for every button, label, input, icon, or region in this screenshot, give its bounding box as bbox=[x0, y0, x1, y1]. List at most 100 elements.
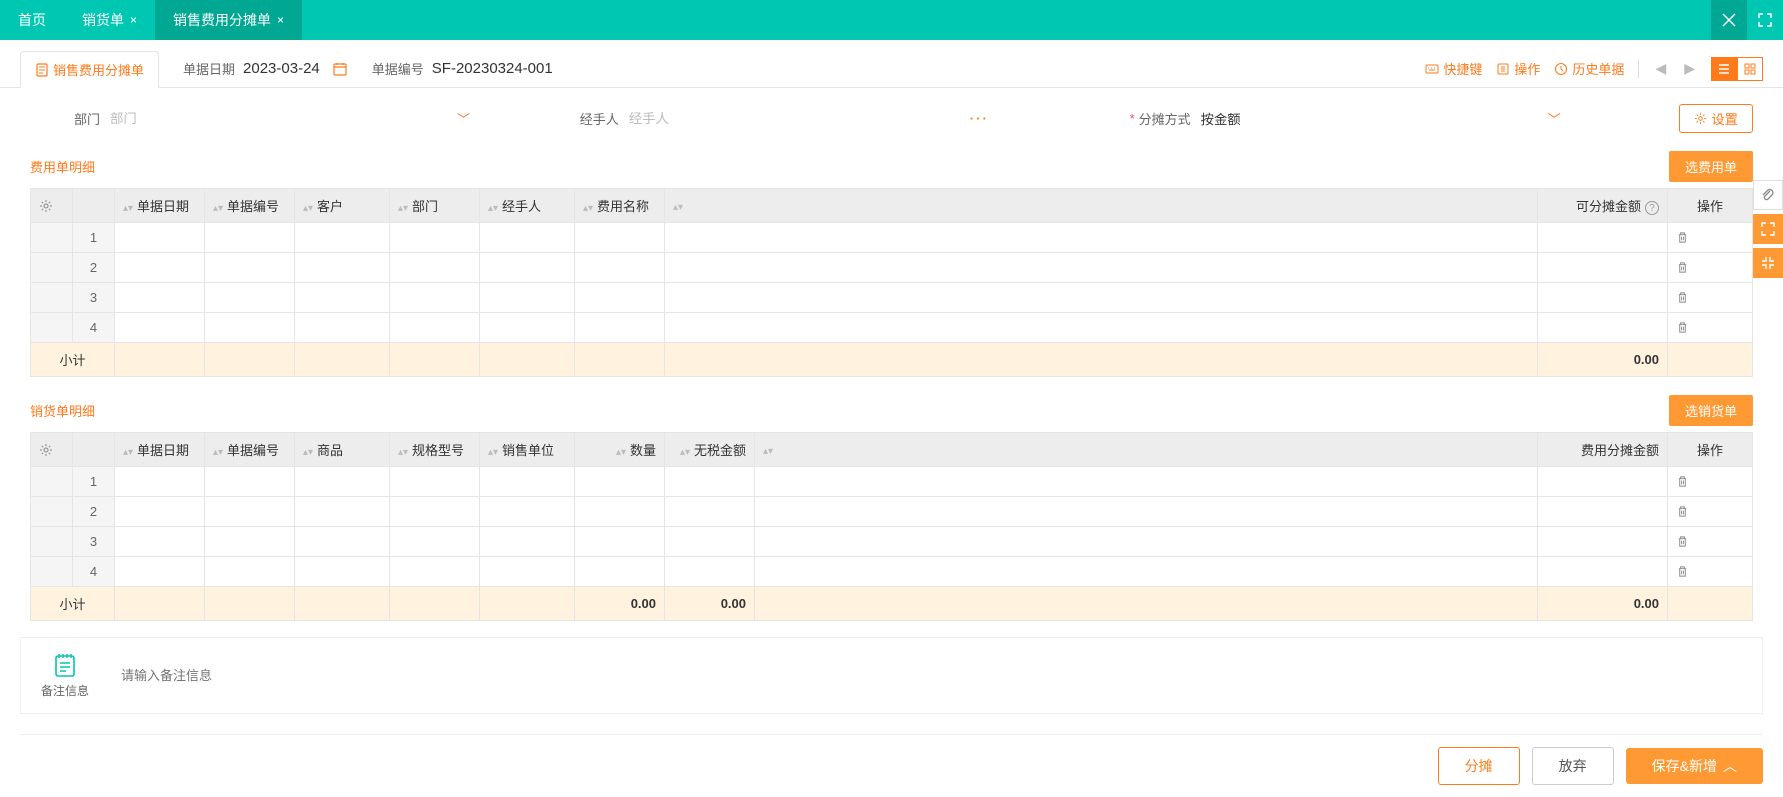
history-icon bbox=[1554, 62, 1568, 76]
footer-actions: 分摊 放弃 保存&新增 ︿ bbox=[20, 734, 1763, 797]
expand-icon[interactable] bbox=[1753, 214, 1783, 244]
chevron-down-icon[interactable]: ﹀ bbox=[1548, 109, 1561, 128]
operate-icon bbox=[1496, 62, 1510, 76]
history-link[interactable]: 历史单据 bbox=[1554, 59, 1624, 78]
date-value[interactable]: 2023-03-24 bbox=[243, 60, 320, 77]
col-docno[interactable]: ▴▾单据编号 bbox=[205, 189, 295, 223]
table-row[interactable]: 2 bbox=[31, 253, 1753, 283]
trash-icon[interactable] bbox=[1676, 321, 1744, 334]
method-select[interactable] bbox=[1201, 107, 1542, 131]
col-alloc-amount[interactable]: 费用分摊金额 bbox=[1538, 433, 1668, 467]
table-row[interactable]: 2 bbox=[31, 497, 1753, 527]
gear-icon bbox=[1694, 112, 1707, 125]
close-icon[interactable]: × bbox=[130, 13, 137, 27]
view-list-icon[interactable] bbox=[1711, 57, 1737, 81]
trash-icon[interactable] bbox=[1676, 231, 1744, 244]
col-qty[interactable]: ▴▾数量 bbox=[575, 433, 665, 467]
col-docno[interactable]: ▴▾单据编号 bbox=[205, 433, 295, 467]
col-blank[interactable]: ▴▾ bbox=[665, 189, 1538, 223]
remarks-section: 备注信息 bbox=[20, 637, 1763, 714]
more-icon[interactable]: ··· bbox=[970, 111, 989, 126]
dept-label: 部门 bbox=[30, 109, 100, 128]
col-feename[interactable]: ▴▾费用名称 bbox=[575, 189, 665, 223]
allocate-button[interactable]: 分摊 bbox=[1438, 747, 1520, 785]
docno-label: 单据编号 bbox=[372, 59, 424, 78]
required-indicator: * bbox=[1130, 111, 1135, 126]
table-row[interactable]: 3 bbox=[31, 527, 1753, 557]
col-spec[interactable]: ▴▾规格型号 bbox=[390, 433, 480, 467]
close-icon[interactable]: × bbox=[277, 13, 284, 27]
col-handler[interactable]: ▴▾经手人 bbox=[480, 189, 575, 223]
form-row: 部门 ﹀ 经手人 ··· * 分摊方式 ﹀ 设置 bbox=[0, 88, 1783, 143]
subtotal-row: 小计0.00 bbox=[31, 343, 1753, 377]
help-icon[interactable]: ? bbox=[1645, 201, 1659, 215]
notes-icon bbox=[52, 652, 78, 678]
col-date[interactable]: ▴▾单据日期 bbox=[115, 433, 205, 467]
trash-icon[interactable] bbox=[1676, 475, 1744, 488]
table-row[interactable]: 1 bbox=[31, 467, 1753, 497]
col-allocatable[interactable]: 可分摊金额? bbox=[1538, 189, 1668, 223]
col-product[interactable]: ▴▾商品 bbox=[295, 433, 390, 467]
prev-doc-icon[interactable]: ◀ bbox=[1653, 60, 1668, 77]
calendar-icon[interactable] bbox=[332, 61, 348, 77]
discard-button[interactable]: 放弃 bbox=[1532, 747, 1614, 785]
subtotal-row: 小计0.000.000.00 bbox=[31, 587, 1753, 621]
remarks-label: 备注信息 bbox=[41, 682, 89, 699]
tab-home[interactable]: 首页 bbox=[0, 0, 64, 40]
date-label: 单据日期 bbox=[183, 59, 235, 78]
collapse-icon[interactable] bbox=[1753, 248, 1783, 278]
section-title: 销货单明细 bbox=[30, 401, 95, 420]
expense-table: ▴▾单据日期 ▴▾单据编号 ▴▾客户 ▴▾部门 ▴▾经手人 ▴▾费用名称 ▴▾ … bbox=[30, 188, 1753, 377]
chevron-down-icon[interactable]: ﹀ bbox=[457, 109, 470, 128]
shortcut-link[interactable]: 快捷键 bbox=[1425, 59, 1482, 78]
trash-icon[interactable] bbox=[1676, 261, 1744, 274]
fullscreen-icon[interactable] bbox=[1747, 0, 1783, 40]
expense-detail-section: 费用单明细 选费用单 ▴▾单据日期 ▴▾单据编号 ▴▾客户 ▴▾部门 ▴▾经手人… bbox=[0, 151, 1783, 377]
col-action: 操作 bbox=[1668, 189, 1753, 223]
method-label: 分摊方式 bbox=[1139, 109, 1191, 128]
view-grid-icon[interactable] bbox=[1737, 57, 1763, 81]
gear-icon[interactable] bbox=[39, 443, 64, 457]
table-row[interactable]: 3 bbox=[31, 283, 1753, 313]
trash-icon[interactable] bbox=[1676, 565, 1744, 578]
attachment-icon[interactable] bbox=[1753, 180, 1783, 210]
settings-button[interactable]: 设置 bbox=[1679, 104, 1753, 133]
document-header: 销售费用分摊单 单据日期 2023-03-24 单据编号 SF-20230324… bbox=[0, 40, 1783, 88]
save-new-button[interactable]: 保存&新增 ︿ bbox=[1626, 748, 1763, 784]
remarks-input[interactable] bbox=[113, 660, 1742, 691]
sales-table: ▴▾单据日期 ▴▾单据编号 ▴▾商品 ▴▾规格型号 ▴▾销售单位 ▴▾数量 ▴▾… bbox=[30, 432, 1753, 621]
operate-link[interactable]: 操作 bbox=[1496, 59, 1540, 78]
trash-icon[interactable] bbox=[1676, 505, 1744, 518]
tab-expense-allocation[interactable]: 销售费用分摊单× bbox=[155, 0, 302, 40]
tab-sales-order[interactable]: 销货单× bbox=[64, 0, 155, 40]
col-amount-notax[interactable]: ▴▾无税金额 bbox=[665, 433, 755, 467]
docno-value: SF-20230324-001 bbox=[432, 60, 553, 77]
trash-icon[interactable] bbox=[1676, 535, 1744, 548]
col-dept[interactable]: ▴▾部门 bbox=[390, 189, 480, 223]
dept-input[interactable] bbox=[110, 107, 451, 131]
table-row[interactable]: 4 bbox=[31, 557, 1753, 587]
handler-input[interactable] bbox=[629, 107, 964, 131]
window-close-icon[interactable] bbox=[1711, 0, 1747, 40]
side-rail bbox=[1753, 180, 1783, 282]
sales-detail-section: 销货单明细 选销货单 ▴▾单据日期 ▴▾单据编号 ▴▾商品 ▴▾规格型号 ▴▾销… bbox=[0, 395, 1783, 621]
next-doc-icon[interactable]: ▶ bbox=[1682, 60, 1697, 77]
select-expense-button[interactable]: 选费用单 bbox=[1669, 151, 1753, 182]
trash-icon[interactable] bbox=[1676, 291, 1744, 304]
section-title: 费用单明细 bbox=[30, 157, 95, 176]
col-customer[interactable]: ▴▾客户 bbox=[295, 189, 390, 223]
table-row[interactable]: 1 bbox=[31, 223, 1753, 253]
col-blank[interactable]: ▴▾ bbox=[755, 433, 1538, 467]
gear-icon[interactable] bbox=[39, 199, 64, 213]
document-icon bbox=[35, 63, 49, 77]
top-tab-bar: 首页 销货单× 销售费用分摊单× bbox=[0, 0, 1783, 40]
handler-label: 经手人 bbox=[580, 109, 619, 128]
col-date[interactable]: ▴▾单据日期 bbox=[115, 189, 205, 223]
col-action: 操作 bbox=[1668, 433, 1753, 467]
chevron-up-icon: ︿ bbox=[1723, 756, 1737, 776]
table-row[interactable]: 4 bbox=[31, 313, 1753, 343]
col-unit[interactable]: ▴▾销售单位 bbox=[480, 433, 575, 467]
keyboard-icon bbox=[1425, 62, 1439, 76]
document-type-tab[interactable]: 销售费用分摊单 bbox=[20, 51, 159, 88]
select-sales-button[interactable]: 选销货单 bbox=[1669, 395, 1753, 426]
